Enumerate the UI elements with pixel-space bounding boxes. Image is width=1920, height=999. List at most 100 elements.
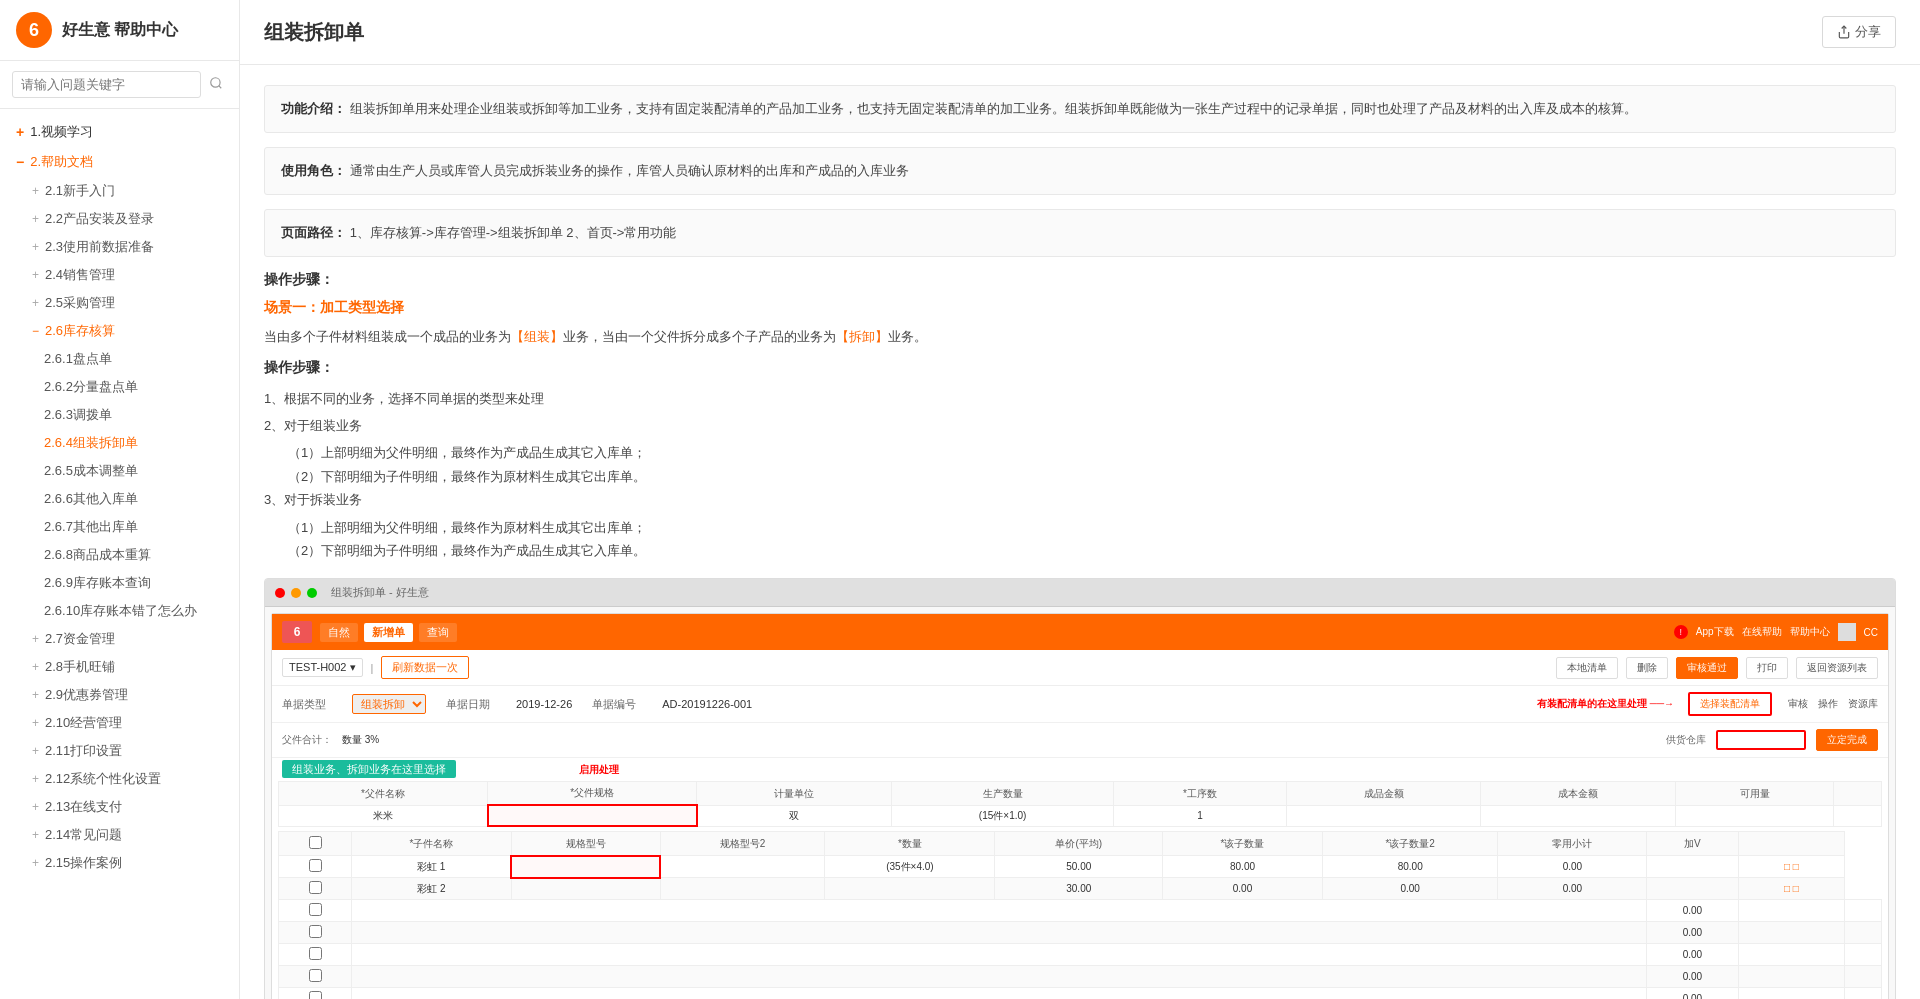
nav-child-2-14-label: 2.14常见问题: [45, 826, 122, 844]
child-row-1-spec1: [511, 856, 660, 878]
role-label: 使用角色：: [281, 163, 346, 178]
child-row-3-check[interactable]: [309, 903, 322, 916]
child-th-8: 零用小计: [1498, 832, 1647, 856]
inner-select-bom-btn[interactable]: 选择装配清单: [1688, 692, 1772, 716]
child-row-2-name: 彩虹 2: [352, 878, 512, 900]
nav-child-2-8[interactable]: + 2.8手机旺铺: [0, 653, 239, 681]
search-input[interactable]: [12, 71, 201, 98]
child-row-3-empty: [352, 900, 1647, 922]
nav-child-2-15[interactable]: + 2.15操作案例: [0, 849, 239, 877]
nav-child-2-4[interactable]: + 2.4销售管理: [0, 261, 239, 289]
inner-supply-input[interactable]: [1716, 730, 1806, 750]
child-row-6-total: 0.00: [1647, 966, 1738, 988]
child-row-1-copy[interactable]: □: [1784, 861, 1790, 872]
inner-delete-btn[interactable]: 删除: [1626, 657, 1668, 679]
child-th-2: 规格型号: [511, 832, 660, 856]
child-row-5-check[interactable]: [309, 947, 322, 960]
child-row-1-check[interactable]: [309, 859, 322, 872]
nav-child-2-8-label: 2.8手机旺铺: [45, 658, 115, 676]
nav-section-2-label: 2.帮助文档: [30, 153, 93, 171]
nav-child-2-8-icon: +: [32, 660, 39, 674]
nav-child-2-13-icon: +: [32, 800, 39, 814]
nav-section-2[interactable]: − 2.帮助文档: [0, 147, 239, 177]
parent-cell-1-6: [1286, 805, 1481, 826]
path-label: 页面路径：: [281, 225, 346, 240]
nav-child-2-7[interactable]: + 2.7资金管理: [0, 625, 239, 653]
child-th-6: *该子数量: [1163, 832, 1323, 856]
nav-child-2-6[interactable]: − 2.6库存核算: [0, 317, 239, 345]
expand-icon-1: +: [16, 124, 24, 140]
nav-child-2-9-icon: +: [32, 688, 39, 702]
nav-sub-2-6-6[interactable]: 2.6.6其他入库单: [0, 485, 239, 513]
child-th-check: [279, 832, 352, 856]
steps-title: 操作步骤：: [264, 359, 1896, 377]
parent-table: *父件名称 *父件规格 计量单位 生产数量 *工序数 成品金额 成本金额 可用量: [278, 781, 1882, 827]
inner-nav-items: 自然 新增单 查询: [320, 623, 1666, 642]
parent-table-section: *父件名称 *父件规格 计量单位 生产数量 *工序数 成品金额 成本金额 可用量: [272, 781, 1888, 831]
logo-area: 6 好生意 帮助中心: [0, 0, 239, 61]
nav-sub-2-6-3[interactable]: 2.6.3调拨单: [0, 401, 239, 429]
nav-sub-2-6-5[interactable]: 2.6.5成本调整单: [0, 457, 239, 485]
nav-sub-2-6-7[interactable]: 2.6.7其他出库单: [0, 513, 239, 541]
inner-approve-label: 审核: [1788, 697, 1808, 711]
inner-refresh-btn[interactable]: 刷新数据一次: [381, 656, 469, 679]
child-row-4-check[interactable]: [309, 925, 322, 938]
inner-local-btn[interactable]: 本地清单: [1556, 657, 1618, 679]
nav-sub-2-6-2[interactable]: 2.6.2分量盘点单: [0, 373, 239, 401]
operations-section: 操作步骤： 场景一：加工类型选择 当由多个子件材料组装成一个成品的业务为【组装】…: [264, 271, 1896, 562]
inner-divider-1: |: [371, 662, 374, 674]
inner-back-btn[interactable]: 返回资源列表: [1796, 657, 1878, 679]
nav-child-2-11[interactable]: + 2.11打印设置: [0, 737, 239, 765]
nav-child-2-3[interactable]: + 2.3使用前数据准备: [0, 233, 239, 261]
minimize-dot: [291, 588, 301, 598]
share-button[interactable]: 分享: [1822, 16, 1896, 48]
disassemble-keyword: 【拆卸】: [836, 329, 888, 344]
nav-child-2-7-label: 2.7资金管理: [45, 630, 115, 648]
nav-child-2-12[interactable]: + 2.12系统个性化设置: [0, 765, 239, 793]
nav-child-2-5[interactable]: + 2.5采购管理: [0, 289, 239, 317]
child-row-2-spec2: [660, 878, 825, 900]
nav-child-2-10[interactable]: + 2.10经营管理: [0, 709, 239, 737]
nav-sub-2-6-10[interactable]: 2.6.10库存账本错了怎么办: [0, 597, 239, 625]
nav-sub-2-6-8[interactable]: 2.6.8商品成本重算: [0, 541, 239, 569]
main-panel: 组装拆卸单 分享 功能介绍： 组装拆卸单用来处理企业组装或拆卸等加工业务，支持有…: [240, 0, 1920, 999]
nav-child-2-1[interactable]: + 2.1新手入门: [0, 177, 239, 205]
nav-child-2-5-label: 2.5采购管理: [45, 294, 115, 312]
inner-approve-btn[interactable]: 审核通过: [1676, 657, 1738, 679]
search-button[interactable]: [205, 72, 227, 97]
child-row-2-del[interactable]: □: [1793, 883, 1799, 894]
nav-child-2-4-icon: +: [32, 268, 39, 282]
parent-th-4: 生产数量: [891, 782, 1113, 806]
step3: 3、对于拆装业务: [264, 488, 1896, 511]
child-row-7-check[interactable]: [309, 991, 322, 999]
nav-child-2-13[interactable]: + 2.13在线支付: [0, 793, 239, 821]
role-text: 通常由生产人员或库管人员完成拆装业务的操作，库管人员确认原材料的出库和产成品的入…: [350, 163, 909, 178]
nav-sub-2-6-1[interactable]: 2.6.1盘点单: [0, 345, 239, 373]
nav-section-1[interactable]: + 1.视频学习: [0, 117, 239, 147]
nav-child-2-1-label: 2.1新手入门: [45, 182, 115, 200]
total-value: 数量 3%: [342, 733, 379, 747]
child-row-2-check[interactable]: [309, 881, 322, 894]
nav-child-2-14[interactable]: + 2.14常见问题: [0, 821, 239, 849]
inner-confirm-btn[interactable]: 立定完成: [1816, 729, 1878, 751]
total-label: 父件合计：: [282, 733, 332, 747]
nav-sub-2-6-9[interactable]: 2.6.9库存账本查询: [0, 569, 239, 597]
date-label: 单据日期: [446, 697, 506, 712]
inner-type-select[interactable]: 组装拆卸: [352, 694, 426, 714]
child-row-2-copy[interactable]: □: [1784, 883, 1790, 894]
child-row-1-del[interactable]: □: [1793, 861, 1799, 872]
step1: 1、根据不同的业务，选择不同单据的类型来处理: [264, 387, 1896, 410]
nav-sub-2-6-4[interactable]: 2.6.4组装拆卸单: [0, 429, 239, 457]
child-row-1-spec2: [660, 856, 825, 878]
child-check-all[interactable]: [309, 836, 322, 849]
nav-child-2-2[interactable]: + 2.2产品安装及登录: [0, 205, 239, 233]
nav-child-2-3-label: 2.3使用前数据准备: [45, 238, 154, 256]
inner-print-btn[interactable]: 打印: [1746, 657, 1788, 679]
parent-cell-1-3: 双: [697, 805, 892, 826]
child-row-7: 0.00: [279, 988, 1882, 999]
nav-child-2-9[interactable]: + 2.9优惠券管理: [0, 681, 239, 709]
inner-form-row-2: 父件合计： 数量 3% 供货仓库 立定完成: [272, 723, 1888, 758]
child-th-1: *子件名称: [352, 832, 512, 856]
child-row-6-check[interactable]: [309, 969, 322, 982]
child-row-2: 彩虹 2 30.00 0.00 0.00 0.00: [279, 878, 1882, 900]
